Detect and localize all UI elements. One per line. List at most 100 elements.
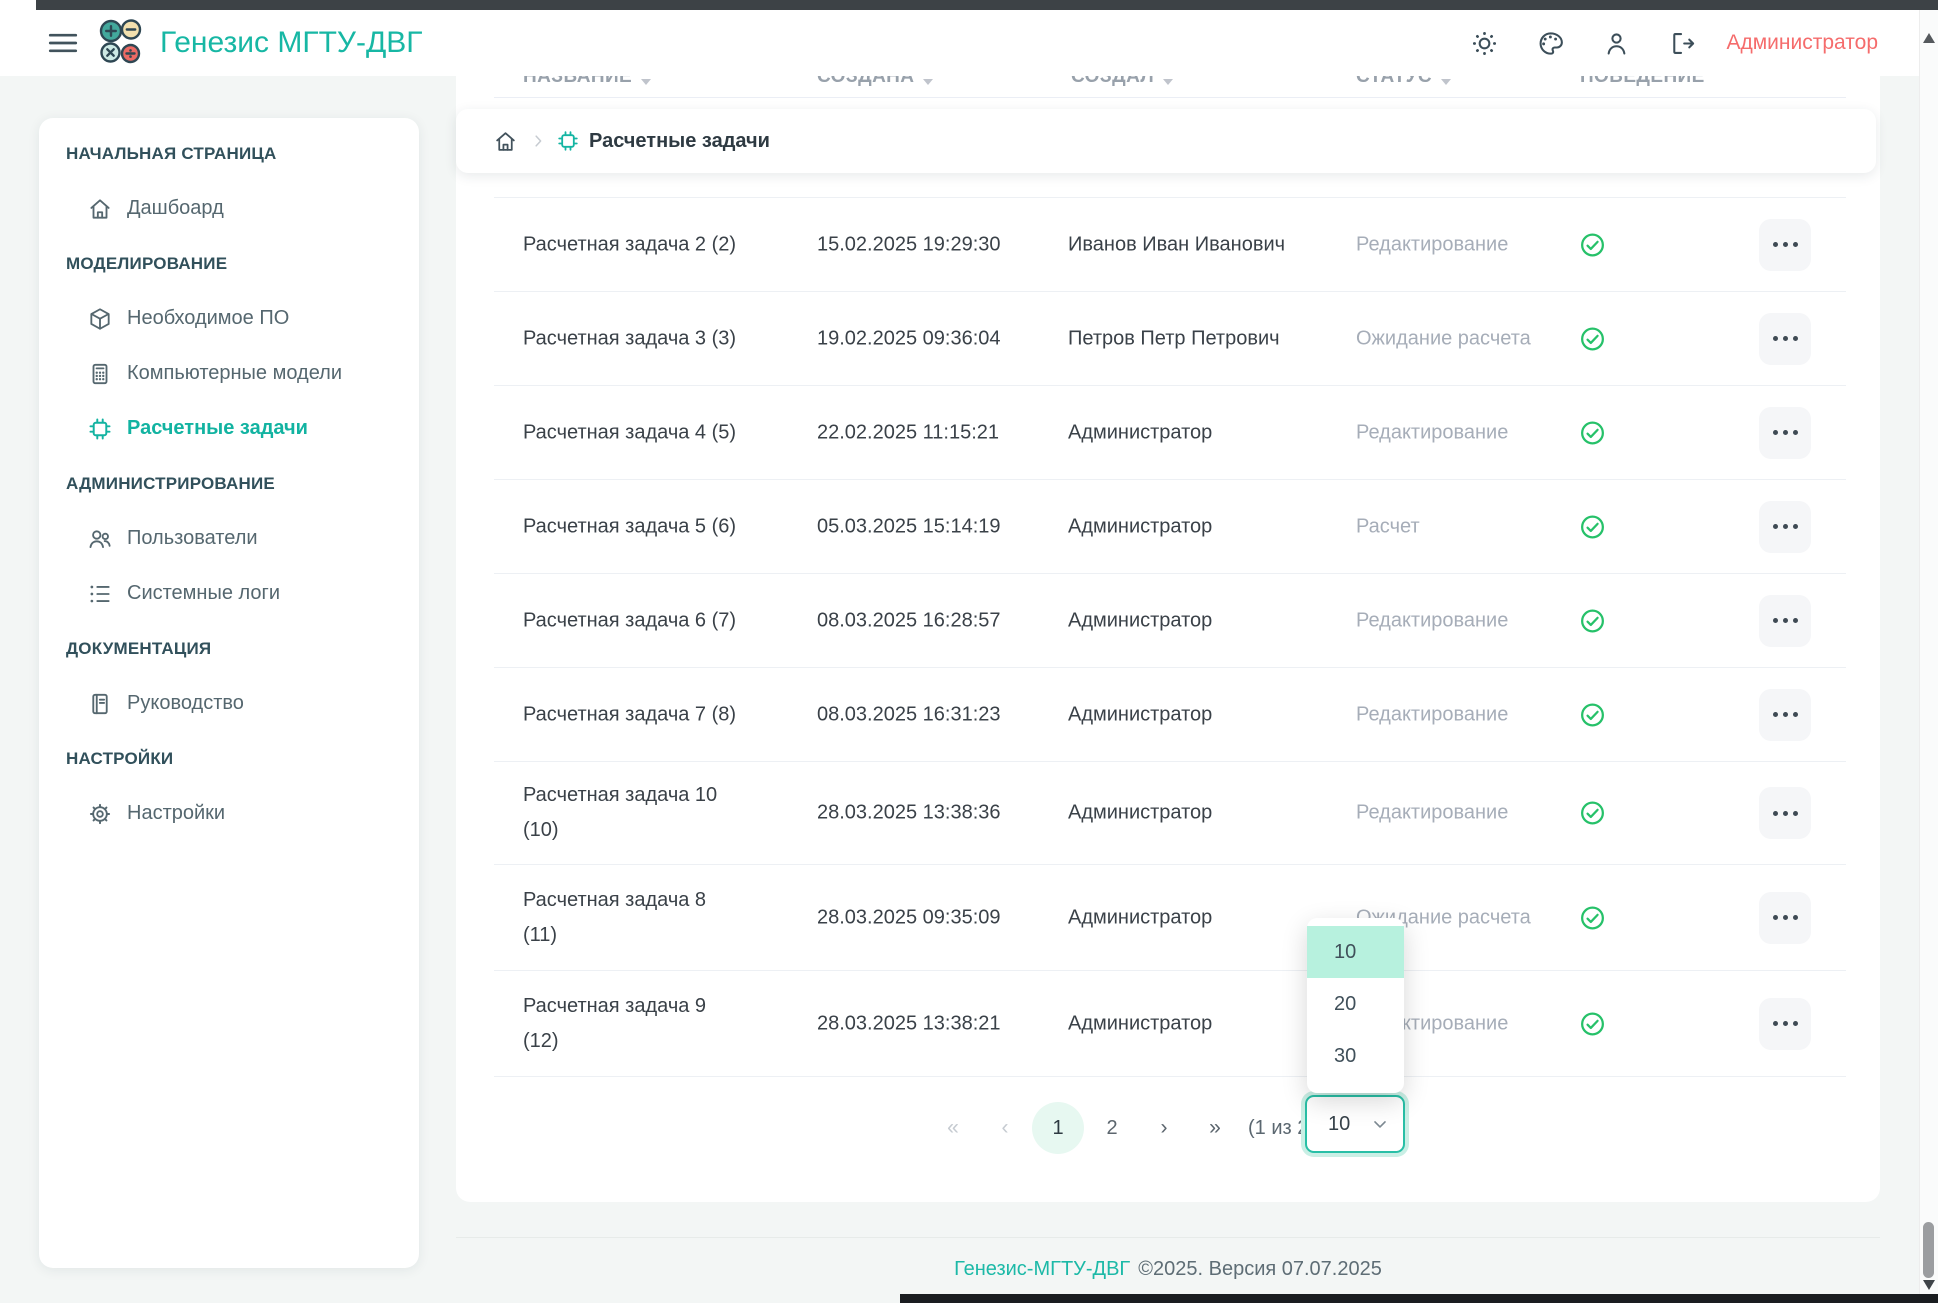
task-name: Расчетная задача 4 (5) [523, 421, 737, 443]
palette-icon[interactable] [1536, 29, 1565, 58]
pagination-page-1[interactable]: 1 [1032, 1102, 1084, 1154]
table-row: Расчетная задача 6 (7) 08.03.2025 16:28:… [494, 573, 1846, 667]
check-circle-icon [1579, 513, 1606, 540]
scroll-up-arrow[interactable] [1923, 33, 1935, 43]
sidebar-section-documentation: ДОКУМЕНТАЦИЯ [66, 639, 212, 658]
scrollbar[interactable] [1919, 0, 1938, 1303]
task-created: 22.02.2025 11:15:21 [817, 421, 1000, 443]
home-icon[interactable] [493, 129, 518, 154]
sidebar-section-home: НАЧАЛЬНАЯ СТРАНИЦА [66, 144, 277, 163]
users-icon [87, 526, 113, 552]
table-row: Расчетная задача 4 (5) 22.02.2025 11:15:… [494, 385, 1846, 479]
check-circle-icon [1579, 701, 1606, 728]
task-name: Расчетная задача 5 (6) [523, 515, 737, 537]
row-actions-button[interactable] [1759, 312, 1811, 365]
task-creator: Иванов Иван Иванович [1068, 233, 1286, 255]
table-row: Расчетная задача 5 (6) 05.03.2025 15:14:… [494, 479, 1846, 573]
window-top-strip [36, 0, 1938, 10]
sidebar-item-system-logs[interactable]: Системные логи [39, 566, 419, 621]
row-actions-button[interactable] [1759, 891, 1811, 944]
page: НАЗВАНИЕ СОЗДАНА СОЗДАЛ СТАТУС ПОВЕДЕНИЕ [0, 0, 1938, 1303]
sidebar: НАЧАЛЬНАЯ СТРАНИЦА Дашбоард МОДЕЛИРОВАНИ… [39, 118, 419, 1268]
footer: Генезис-МГТУ-ДВГ ©2025. Версия 07.07.2025 [456, 1258, 1880, 1281]
user-icon[interactable] [1602, 29, 1631, 58]
table-row: Расчетная задача 8 (11) 28.03.2025 09:35… [494, 864, 1846, 970]
page-size-value: 10 [1328, 1112, 1351, 1135]
app-header: Генезис МГТУ-ДВГ Администратор [0, 10, 1920, 76]
task-created: 08.03.2025 16:28:57 [817, 609, 1001, 631]
scroll-down-arrow[interactable] [1923, 1280, 1935, 1290]
task-created: 28.03.2025 13:38:21 [817, 1012, 1001, 1034]
task-name: Расчетная задача 10 (10) [523, 784, 718, 841]
sidebar-item-settings[interactable]: Настройки [39, 786, 419, 841]
table-row: Расчетная задача 7 (8) 08.03.2025 16:31:… [494, 667, 1846, 761]
app-title[interactable]: Генезис МГТУ-ДВГ [160, 26, 423, 60]
logout-icon[interactable] [1668, 29, 1697, 58]
app-logo-icon[interactable] [96, 17, 148, 69]
task-created: 08.03.2025 16:31:23 [817, 703, 1001, 725]
task-created: 05.03.2025 15:14:19 [817, 515, 1001, 537]
row-actions-button[interactable] [1759, 997, 1811, 1050]
task-status: Редактирование [1356, 233, 1509, 255]
task-status: Ожидание расчета [1356, 327, 1531, 349]
sidebar-item-label: Настройки [127, 802, 226, 824]
menu-icon[interactable] [46, 26, 80, 60]
page-size-select[interactable]: 10 [1305, 1095, 1405, 1153]
check-circle-icon [1579, 325, 1606, 352]
sidebar-item-label: Пользователи [127, 527, 258, 549]
chip-icon [556, 129, 580, 153]
task-creator: Администратор [1068, 906, 1213, 928]
row-actions-button[interactable] [1759, 594, 1811, 647]
pagination-last-button[interactable]: » [1209, 1102, 1221, 1154]
dropdown-option-30[interactable]: 30 [1307, 1030, 1404, 1082]
sidebar-section-modeling: МОДЕЛИРОВАНИЕ [66, 254, 228, 273]
row-actions-button[interactable] [1759, 218, 1811, 271]
pagination-next-button[interactable]: › [1161, 1102, 1168, 1154]
chip-icon [87, 416, 113, 442]
cube-icon [87, 306, 113, 332]
sidebar-item-computer-models[interactable]: Компьютерные модели [39, 346, 419, 401]
current-user-label[interactable]: Администратор [1726, 31, 1878, 55]
table-row: Расчетная задача 3 (3) 19.02.2025 09:36:… [494, 291, 1846, 385]
table-row: Расчетная задача 2 (2) 15.02.2025 19:29:… [494, 197, 1846, 291]
row-actions-button[interactable] [1759, 787, 1811, 839]
task-name: Расчетная задача 9 (12) [523, 994, 707, 1052]
sidebar-item-manual[interactable]: Руководство [39, 676, 419, 731]
check-circle-icon [1579, 231, 1606, 258]
task-creator: Администратор [1068, 703, 1213, 725]
check-circle-icon [1579, 800, 1606, 827]
pagination-prev-button[interactable]: ‹ [1002, 1102, 1009, 1154]
task-name: Расчетная задача 3 (3) [523, 327, 737, 349]
table-row: Расчетная задача 9 (12) 28.03.2025 13:38… [494, 970, 1846, 1077]
row-actions-button[interactable] [1759, 406, 1811, 459]
pagination-first-button[interactable]: « [947, 1102, 959, 1154]
sidebar-section-settings: НАСТРОЙКИ [66, 749, 174, 768]
check-circle-icon [1579, 419, 1606, 446]
table-row: Расчетная задача 10 (10) 28.03.2025 13:3… [494, 761, 1846, 864]
sidebar-item-users[interactable]: Пользователи [39, 511, 419, 566]
sidebar-item-calculation-tasks[interactable]: Расчетные задачи [39, 401, 419, 456]
task-creator: Администратор [1068, 421, 1213, 443]
footer-brand-link[interactable]: Генезис-МГТУ-ДВГ [954, 1258, 1130, 1280]
task-status: Редактирование [1356, 609, 1509, 631]
gear-icon [87, 801, 113, 827]
dropdown-option-20[interactable]: 20 [1307, 978, 1404, 1030]
row-actions-button[interactable] [1759, 500, 1811, 553]
dropdown-option-10[interactable]: 10 [1307, 926, 1404, 978]
row-actions-button[interactable] [1759, 688, 1811, 741]
task-created: 28.03.2025 09:35:09 [817, 906, 1001, 928]
scrollbar-thumb[interactable] [1923, 1222, 1934, 1278]
theme-sun-icon[interactable] [1470, 29, 1499, 58]
task-creator: Администратор [1068, 1012, 1213, 1034]
calculator-icon [87, 361, 113, 387]
chevron-right-icon [529, 132, 547, 150]
sidebar-item-dashboard[interactable]: Дашбоард [39, 181, 419, 236]
task-status: Редактирование [1356, 801, 1509, 824]
sidebar-item-label: Дашбоард [127, 197, 224, 219]
check-circle-icon [1579, 904, 1606, 931]
sidebar-item-label: Системные логи [127, 582, 281, 604]
pagination-page-2[interactable]: 2 [1086, 1102, 1138, 1154]
task-name: Расчетная задача 7 (8) [523, 703, 737, 725]
task-creator: Администратор [1068, 515, 1213, 537]
sidebar-item-software[interactable]: Необходимое ПО [39, 291, 419, 346]
